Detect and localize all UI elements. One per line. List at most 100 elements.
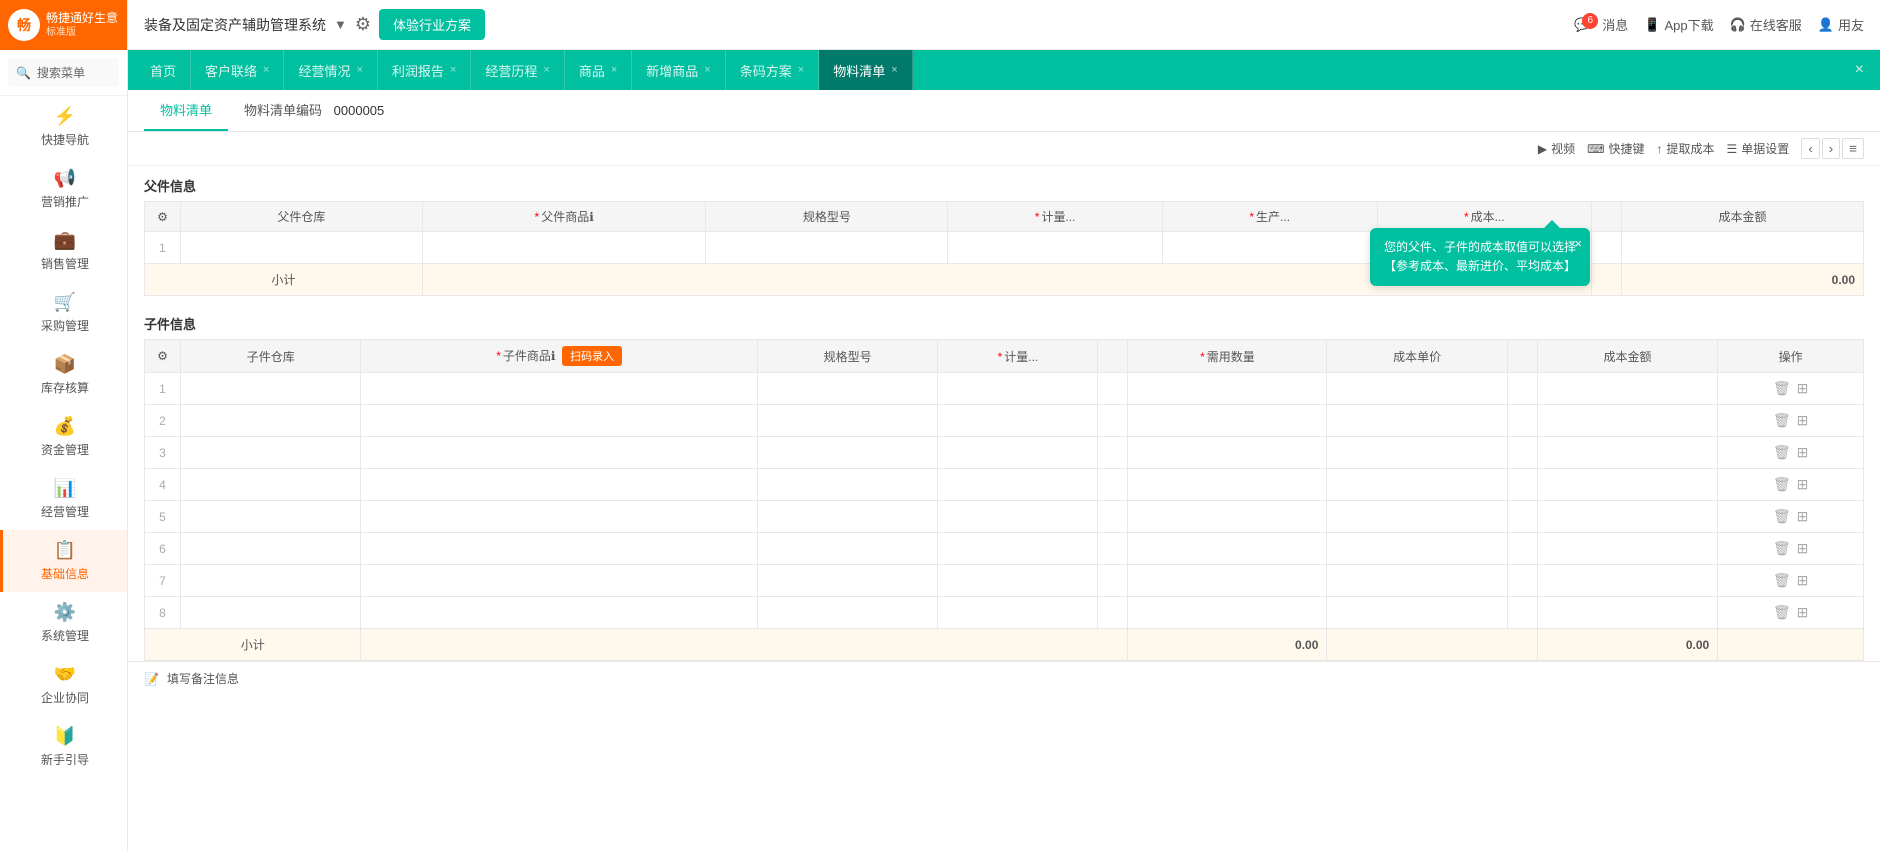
child-extra2-2 — [1507, 405, 1537, 437]
copy-icon-1[interactable]: ⊞ — [1797, 380, 1809, 397]
child-product-2[interactable] — [361, 405, 758, 437]
page-content: 物料清单 物料清单编码 0000005 ▶ 视频 ⌨ 快捷键 ↑ 提取成本 ☰ — [128, 90, 1880, 851]
close-tab-barcode[interactable]: × — [798, 64, 804, 76]
sidebar-item-guide[interactable]: 🔰 新手引导 — [0, 716, 127, 778]
tab-bom[interactable]: 物料清单 × — [819, 50, 912, 90]
parent-warehouse-1[interactable] — [181, 232, 423, 264]
child-spec-2[interactable] — [757, 405, 937, 437]
child-unit-2[interactable] — [938, 405, 1098, 437]
parent-section-title: 父件信息 — [144, 166, 1864, 201]
delete-icon-3[interactable]: 🗑 — [1773, 444, 1791, 461]
prev-btn[interactable]: ‹ — [1801, 138, 1819, 159]
close-tab-profit[interactable]: × — [450, 64, 456, 76]
child-product-1[interactable] — [361, 373, 758, 405]
child-unit-price-1[interactable] — [1327, 373, 1507, 405]
close-tab-new-goods[interactable]: × — [704, 64, 710, 76]
child-warehouse-2[interactable] — [181, 405, 361, 437]
copy-icon-5[interactable]: ⊞ — [1797, 508, 1809, 525]
messages-item[interactable]: 💬 6 消息 — [1574, 15, 1628, 34]
sidebar-nav: ⚡ 快捷导航 📢 营销推广 💼 销售管理 🛒 采购管理 📦 库存核算 💰 资金管… — [0, 96, 127, 851]
sales-icon: 💼 — [54, 230, 76, 251]
headset-icon: 🎧 — [1730, 17, 1746, 33]
sub-tab-bom[interactable]: 物料清单 — [144, 90, 228, 131]
delete-icon-5[interactable]: 🗑 — [1773, 508, 1791, 525]
sub-tab-bom-code[interactable]: 物料清单编码 0000005 — [228, 90, 400, 131]
list-view-btn[interactable]: ≡ — [1842, 138, 1864, 159]
close-tab-goods[interactable]: × — [611, 64, 617, 76]
child-qty-2[interactable] — [1128, 405, 1327, 437]
tab-goods[interactable]: 商品 × — [565, 50, 632, 90]
copy-icon-8[interactable]: ⊞ — [1797, 604, 1809, 621]
close-tab-bom[interactable]: × — [891, 64, 897, 76]
tab-customer[interactable]: 客户联络 × — [191, 50, 284, 90]
tab-new-goods[interactable]: 新增商品 × — [632, 50, 725, 90]
search-menu-button[interactable]: 🔍 搜索菜单 — [8, 58, 119, 87]
parent-col-spec: 规格型号 — [706, 202, 948, 232]
child-warehouse-1[interactable] — [181, 373, 361, 405]
tab-barcode[interactable]: 条码方案 × — [726, 50, 819, 90]
child-action-1: 🗑⊞ — [1718, 373, 1864, 405]
sidebar-item-sales[interactable]: 💼 销售管理 — [0, 220, 127, 282]
parent-unit-1[interactable] — [948, 232, 1163, 264]
delete-icon-8[interactable]: 🗑 — [1773, 604, 1791, 621]
delete-icon-2[interactable]: 🗑 — [1773, 412, 1791, 429]
close-all-tabs[interactable]: × — [1847, 61, 1872, 79]
table-row: 1 🗑⊞ — [145, 373, 1864, 405]
child-spec-1[interactable] — [757, 373, 937, 405]
tab-profit[interactable]: 利润报告 × — [378, 50, 471, 90]
settings-icon[interactable]: ⚙ — [355, 14, 371, 35]
child-unit-price-2[interactable] — [1327, 405, 1507, 437]
parent-product-1[interactable] — [422, 232, 706, 264]
sidebar-item-quick-nav[interactable]: ⚡ 快捷导航 — [0, 96, 127, 158]
marketing-icon: 📢 — [54, 168, 76, 189]
parent-spec-1[interactable] — [706, 232, 948, 264]
sidebar-item-purchase[interactable]: 🛒 采购管理 — [0, 282, 127, 344]
app-download-item[interactable]: 📱 App下载 — [1644, 15, 1713, 34]
table-row: 3 🗑⊞ — [145, 437, 1864, 469]
parent-col-settings[interactable]: ⚙ — [145, 202, 181, 232]
online-service-item[interactable]: 🎧 在线客服 — [1730, 15, 1802, 34]
sidebar-item-system[interactable]: ⚙️ 系统管理 — [0, 592, 127, 654]
child-col-unit-price: 成本单价 — [1327, 340, 1507, 373]
close-tab-customer[interactable]: × — [263, 64, 269, 76]
delete-icon-4[interactable]: 🗑 — [1773, 476, 1791, 493]
scan-input-btn[interactable]: 扫码录入 — [562, 346, 622, 366]
copy-icon-7[interactable]: ⊞ — [1797, 572, 1809, 589]
copy-icon-6[interactable]: ⊞ — [1797, 540, 1809, 557]
parent-produce-1[interactable] — [1162, 232, 1377, 264]
experience-btn[interactable]: 体验行业方案 — [379, 9, 485, 40]
sidebar-logo: 畅 畅捷通好生意 标准版 — [0, 0, 127, 50]
sidebar-item-finance[interactable]: 💰 资金管理 — [0, 406, 127, 468]
close-tab-history[interactable]: × — [543, 64, 549, 76]
sidebar-item-collab[interactable]: 🤝 企业协同 — [0, 654, 127, 716]
tab-operations[interactable]: 经营情况 × — [284, 50, 377, 90]
child-section: 子件信息 ⚙ 子件仓库 *子件商品ℹ 扫码录入 规格型号 *计量... *需用数… — [128, 304, 1880, 661]
view-btn[interactable]: ▶ 视频 — [1538, 140, 1575, 157]
child-qty-1[interactable] — [1128, 373, 1327, 405]
sidebar-item-operations[interactable]: 📊 经营管理 — [0, 468, 127, 530]
extract-cost-btn[interactable]: ↑ 提取成本 — [1657, 140, 1715, 157]
parent-subtotal-amount: 0.00 — [1622, 264, 1864, 296]
sidebar-item-basic-info[interactable]: 📋 基础信息 — [0, 530, 127, 592]
delete-icon-7[interactable]: 🗑 — [1773, 572, 1791, 589]
copy-icon-2[interactable]: ⊞ — [1797, 412, 1809, 429]
tab-home[interactable]: 首页 — [136, 50, 191, 90]
parent-subtotal-label: 小计 — [145, 264, 423, 296]
child-action-7: 🗑⊞ — [1718, 565, 1864, 597]
copy-icon-3[interactable]: ⊞ — [1797, 444, 1809, 461]
sidebar-item-inventory[interactable]: 📦 库存核算 — [0, 344, 127, 406]
tab-history[interactable]: 经营历程 × — [471, 50, 564, 90]
copy-icon-4[interactable]: ⊞ — [1797, 476, 1809, 493]
single-settings-btn[interactable]: ☰ 单据设置 — [1727, 140, 1790, 157]
next-btn[interactable]: › — [1822, 138, 1840, 159]
child-unit-1[interactable] — [938, 373, 1098, 405]
delete-icon-1[interactable]: 🗑 — [1773, 380, 1791, 397]
tooltip-close-btn[interactable]: × — [1574, 234, 1582, 255]
user-item[interactable]: 👤 用友 — [1818, 15, 1864, 34]
child-col-settings[interactable]: ⚙ — [145, 340, 181, 373]
sidebar-item-marketing[interactable]: 📢 营销推广 — [0, 158, 127, 220]
delete-icon-6[interactable]: 🗑 — [1773, 540, 1791, 557]
close-tab-operations[interactable]: × — [356, 64, 362, 76]
shortcut-btn[interactable]: ⌨ 快捷键 — [1587, 140, 1644, 157]
system-dropdown-icon[interactable]: ▼ — [334, 17, 347, 32]
